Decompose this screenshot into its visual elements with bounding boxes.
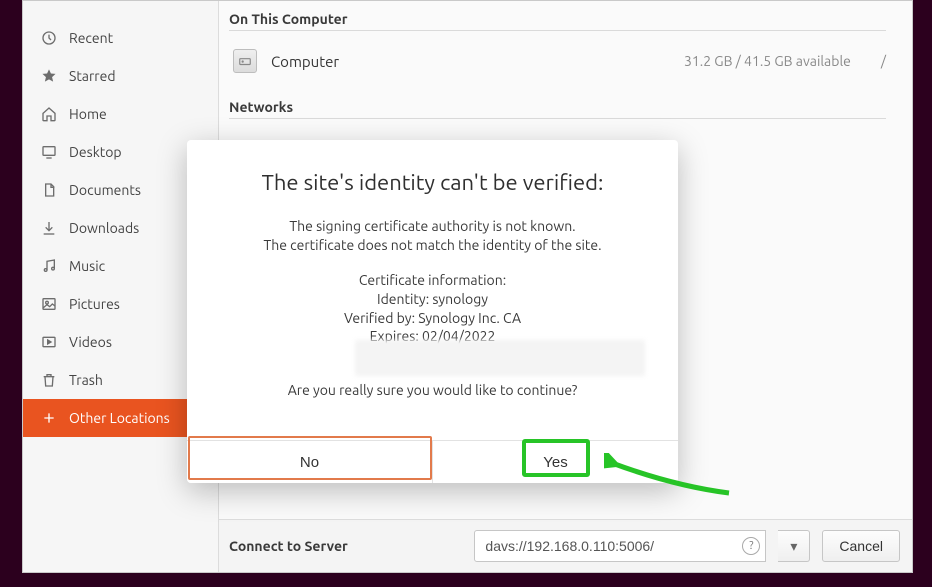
sidebar-item-starred[interactable]: Starred [23,57,218,95]
sidebar-item-recent[interactable]: Recent [23,19,218,57]
sidebar-item-label: Desktop [69,144,122,160]
desktop-icon [41,144,57,160]
disk-icon [233,49,257,73]
computer-name: Computer [271,53,339,70]
plus-icon [41,410,57,426]
sidebar-item-label: Pictures [69,296,120,312]
cert-identity: Identity: synology [377,291,488,307]
music-icon [41,258,57,274]
sidebar-item-label: Home [69,106,107,122]
yes-button[interactable]: Yes [432,441,678,483]
server-address-input[interactable] [474,530,766,562]
home-icon [41,106,57,122]
sidebar-item-label: Videos [69,334,112,350]
star-icon [41,68,57,84]
sidebar-item-label: Music [69,258,105,274]
dialog-body: The site's identity can't be verified: T… [187,140,678,440]
trash-icon [41,372,57,388]
section-rule [229,30,886,31]
server-address-wrap: ? [474,530,766,562]
sidebar-item-home[interactable]: Home [23,95,218,133]
section-networks: Networks [229,99,886,115]
no-button[interactable]: No [187,441,432,483]
sidebar-item-label: Starred [69,68,116,84]
sidebar-item-label: Trash [69,372,103,388]
section-on-this-computer: On This Computer [229,11,886,27]
dialog-buttons: No Yes [187,440,678,483]
dialog-line: The signing certificate authority is not… [289,218,575,234]
section-rule [229,118,886,119]
pictures-icon [41,296,57,312]
cert-fingerprint: Fingerprint (SHA [381,347,485,363]
downloads-icon [41,220,57,236]
sidebar-item-label: Documents [69,182,141,198]
sidebar-item-label: Recent [69,30,113,46]
computer-mount: / [881,53,886,69]
chevron-down-icon: ▾ [790,538,797,555]
history-dropdown-button[interactable]: ▾ [778,530,810,562]
computer-row[interactable]: Computer 31.2 GB / 41.5 GB available / [229,41,886,81]
dialog-text: The signing certificate authority is not… [215,217,650,400]
certificate-warning-dialog: The site's identity can't be verified: T… [187,140,678,483]
dialog-title: The site's identity can't be verified: [215,170,650,195]
sidebar-item-label: Other Locations [69,410,170,426]
clock-icon [41,30,57,46]
dialog-confirm: Are you really sure you would like to co… [288,382,578,398]
cert-verified-by: Verified by: Synology Inc. CA [344,310,521,326]
videos-icon [41,334,57,350]
connect-label: Connect to Server [229,538,348,554]
sidebar-item-label: Downloads [69,220,139,236]
help-icon[interactable]: ? [742,537,760,555]
cert-header: Certificate information: [359,272,506,288]
cancel-button[interactable]: Cancel [822,530,900,562]
documents-icon [41,182,57,198]
dialog-line: The certificate does not match the ident… [263,237,601,253]
connect-to-server-bar: Connect to Server ? ▾ Cancel [219,519,912,572]
computer-size: 31.2 GB / 41.5 GB available [684,53,851,69]
cert-expires: Expires: 02/04/2022 [370,328,496,344]
